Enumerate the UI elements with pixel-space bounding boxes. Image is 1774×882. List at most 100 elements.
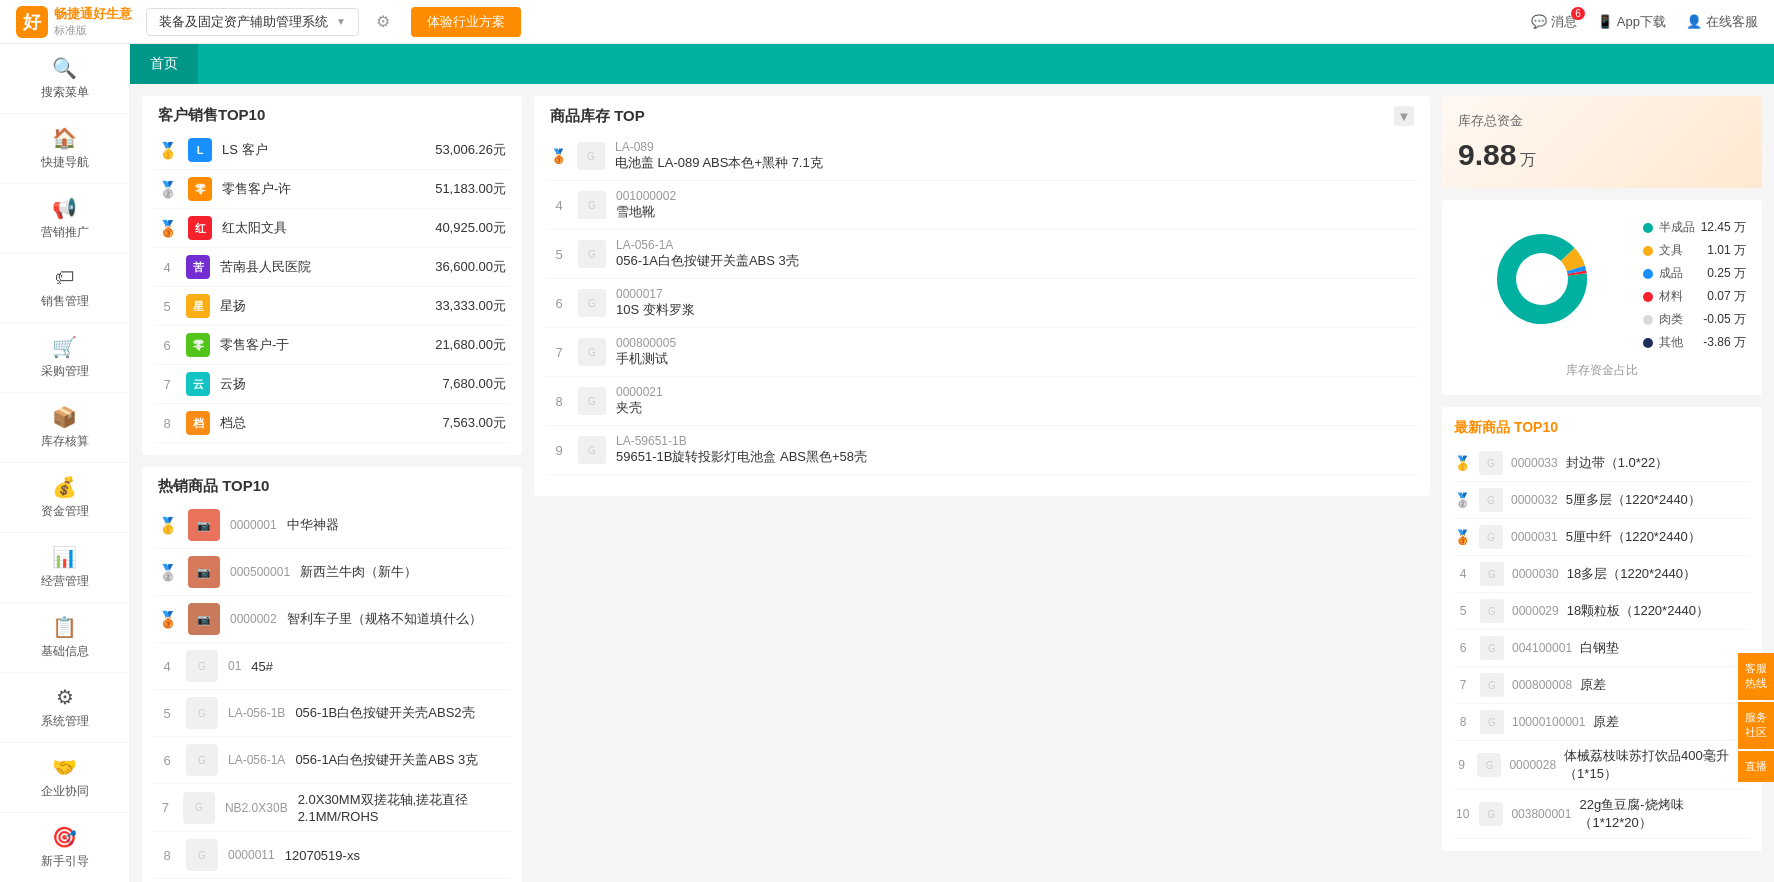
new-products-title: 最新商品 TOP10: [1454, 419, 1750, 437]
scroll-down-button[interactable]: ▼: [1394, 106, 1414, 126]
product-thumbnail: 📷: [188, 556, 220, 588]
tab-home[interactable]: 首页: [130, 44, 198, 84]
customer-rank-list: 🥇 L LS 客户 53,006.26元 🥈 零 零售客户-许 51,183.0…: [142, 131, 522, 455]
new-product-code: 0000028: [1509, 758, 1556, 772]
finance-icon: 💰: [52, 475, 77, 499]
legend-dot: [1643, 246, 1653, 256]
rank-medal: 🥉: [158, 219, 178, 238]
new-product-code: 0000030: [1512, 567, 1559, 581]
hot-item: 5 G LA-056-1B 056-1B白色按键开关壳ABS2壳: [154, 690, 510, 737]
inv-name: 10S 变料罗浆: [616, 301, 1414, 319]
rank-number: 7: [1454, 678, 1472, 692]
sidebar-item-operations[interactable]: 📊 经营管理: [0, 533, 129, 603]
product-name: 新西兰牛肉（新牛）: [300, 563, 417, 581]
new-product-name: 5厘中纤（1220*2440）: [1566, 528, 1701, 546]
legend-list: 半成品 12.45 万 文具 1.01 万 成品 0.25 万 材料 0.07 …: [1643, 216, 1746, 354]
customer-amount: 21,680.00元: [435, 336, 506, 354]
sidebar-item-sales[interactable]: 🏷 销售管理: [0, 254, 129, 323]
rank-number: 8: [158, 848, 176, 863]
product-thumbnail: G: [186, 697, 218, 729]
message-icon: 💬: [1531, 14, 1547, 29]
gear-button[interactable]: ⚙: [367, 6, 399, 38]
inv-thumbnail: G: [578, 387, 606, 415]
sidebar-item-finance[interactable]: 💰 资金管理: [0, 463, 129, 533]
rank-item: 6 零 零售客户-于 21,680.00元: [154, 326, 510, 365]
sidebar-item-marketing[interactable]: 📢 营销推广: [0, 184, 129, 254]
sidebar-item-quicknav[interactable]: 🏠 快捷导航: [0, 114, 129, 184]
cs-hotline-button[interactable]: 客服热线: [1738, 653, 1774, 700]
new-product-name: 原差: [1593, 713, 1619, 731]
rank-number: 7: [158, 377, 176, 392]
sidebar: 🔍 搜索菜单 🏠 快捷导航 📢 营销推广 🏷 销售管理 🛒 采购管理 📦 库存核…: [0, 44, 130, 882]
new-product-item: 10 G 003800001 22g鱼豆腐-烧烤味（1*12*20）: [1454, 790, 1750, 839]
cs-live-button[interactable]: 直播: [1738, 751, 1774, 782]
hot-item: 🥉 📷 0000002 智利车子里（规格不知道填什么）: [154, 596, 510, 643]
right-column: 库存总资金 9.88 万: [1442, 96, 1762, 882]
product-thumbnail: G: [186, 650, 218, 682]
system-selector[interactable]: 装备及固定资产辅助管理系统 ▼: [146, 8, 359, 36]
customer-ranking-title: 客户销售TOP10: [158, 106, 265, 125]
hot-products-list: 🥇 📷 0000001 中华神器 🥈 📷 000500001 新西兰牛肉（新牛）…: [142, 502, 522, 882]
inventory-item: 7 G 000800005 手机测试: [546, 328, 1418, 377]
inv-name: 手机测试: [616, 350, 1414, 368]
product-name: 12070519-xs: [285, 848, 360, 863]
product-name: 2.0X30MM双搓花轴,搓花直径2.1MM/ROHS: [298, 791, 506, 824]
customer-amount: 36,600.00元: [435, 258, 506, 276]
product-name: 中华神器: [287, 516, 339, 534]
sidebar-item-guide[interactable]: 🎯 新手引导: [0, 813, 129, 882]
inv-info: 0000017 10S 变料罗浆: [616, 287, 1414, 319]
system-icon: ⚙: [56, 685, 74, 709]
stock-label: 库存总资金: [1458, 112, 1523, 130]
messages-button[interactable]: 💬 消息 6: [1531, 13, 1577, 31]
sidebar-item-search[interactable]: 🔍 搜索菜单: [0, 44, 129, 114]
rank-item: 5 星 星扬 33,333.00元: [154, 287, 510, 326]
stock-amount: 9.88: [1458, 138, 1516, 171]
messages-badge: 6: [1571, 7, 1585, 20]
legend-item: 半成品 12.45 万: [1643, 216, 1746, 239]
rank-item: 🥇 L LS 客户 53,006.26元: [154, 131, 510, 170]
sidebar-item-purchase[interactable]: 🛒 采购管理: [0, 323, 129, 393]
sidebar-item-basic[interactable]: 📋 基础信息: [0, 603, 129, 673]
hot-item: 6 G LA-056-1A 056-1A白色按键开关盖ABS 3克: [154, 737, 510, 784]
inventory-header: 商品库存 TOP ▼: [534, 96, 1430, 132]
inventory-item: 4 G 001000002 雪地靴: [546, 181, 1418, 230]
header-right: 💬 消息 6 📱 App下载 👤 在线客服: [1531, 13, 1758, 31]
sidebar-label-collab: 企业协同: [41, 783, 89, 800]
chart-subtitle: 库存资金占比: [1458, 362, 1746, 379]
rank-medal: 🥉: [550, 148, 567, 164]
hot-item: 7 G NB2.0X30B 2.0X30MM双搓花轴,搓花直径2.1MM/ROH…: [154, 784, 510, 832]
sidebar-item-inventory[interactable]: 📦 库存核算: [0, 393, 129, 463]
sidebar-item-system[interactable]: ⚙ 系统管理: [0, 673, 129, 743]
inv-info: LA-089 电池盖 LA-089 ABS本色+黑种 7.1克: [615, 140, 1414, 172]
hot-products-panel: 热销商品 TOP10 🥇 📷 0000001 中华神器 🥈 📷 00050000…: [142, 467, 522, 882]
inv-name: 056-1A白色按键开关盖ABS 3壳: [616, 252, 1414, 270]
customer-amount: 53,006.26元: [435, 141, 506, 159]
cs-community-button[interactable]: 服务社区: [1738, 702, 1774, 749]
rank-number: 4: [158, 260, 176, 275]
sidebar-item-collab[interactable]: 🤝 企业协同: [0, 743, 129, 813]
legend-label: 成品: [1659, 265, 1702, 282]
donut-chart: [1492, 229, 1592, 329]
service-icon: 👤: [1686, 14, 1702, 29]
sidebar-label-sales: 销售管理: [41, 293, 89, 310]
new-product-thumbnail: G: [1480, 636, 1504, 660]
logo-text: 畅捷通好生意 标准版: [54, 5, 132, 38]
customer-name: 零售客户-于: [220, 336, 425, 354]
app-download-button[interactable]: 📱 App下载: [1597, 13, 1666, 31]
new-product-item: 6 G 004100001 白钢垫: [1454, 630, 1750, 667]
product-name: 智利车子里（规格不知道填什么）: [287, 610, 482, 628]
trial-button[interactable]: 体验行业方案: [411, 7, 521, 37]
rank-number: 6: [158, 753, 176, 768]
inv-thumbnail: G: [578, 240, 606, 268]
new-product-code: 0000033: [1511, 456, 1558, 470]
hot-item: 8 G 0000011 12070519-xs: [154, 832, 510, 879]
inv-code: 000800005: [616, 336, 1414, 350]
legend-label: 其他: [1659, 334, 1698, 351]
product-code: 000500001: [230, 565, 290, 579]
sidebar-label-system: 系统管理: [41, 713, 89, 730]
product-thumbnail: 📷: [188, 509, 220, 541]
legend-item: 文具 1.01 万: [1643, 239, 1746, 262]
online-service-button[interactable]: 👤 在线客服: [1686, 13, 1758, 31]
inv-name: 59651-1B旋转投影灯电池盒 ABS黑色+58壳: [616, 448, 1414, 466]
new-product-thumbnail: G: [1480, 599, 1504, 623]
